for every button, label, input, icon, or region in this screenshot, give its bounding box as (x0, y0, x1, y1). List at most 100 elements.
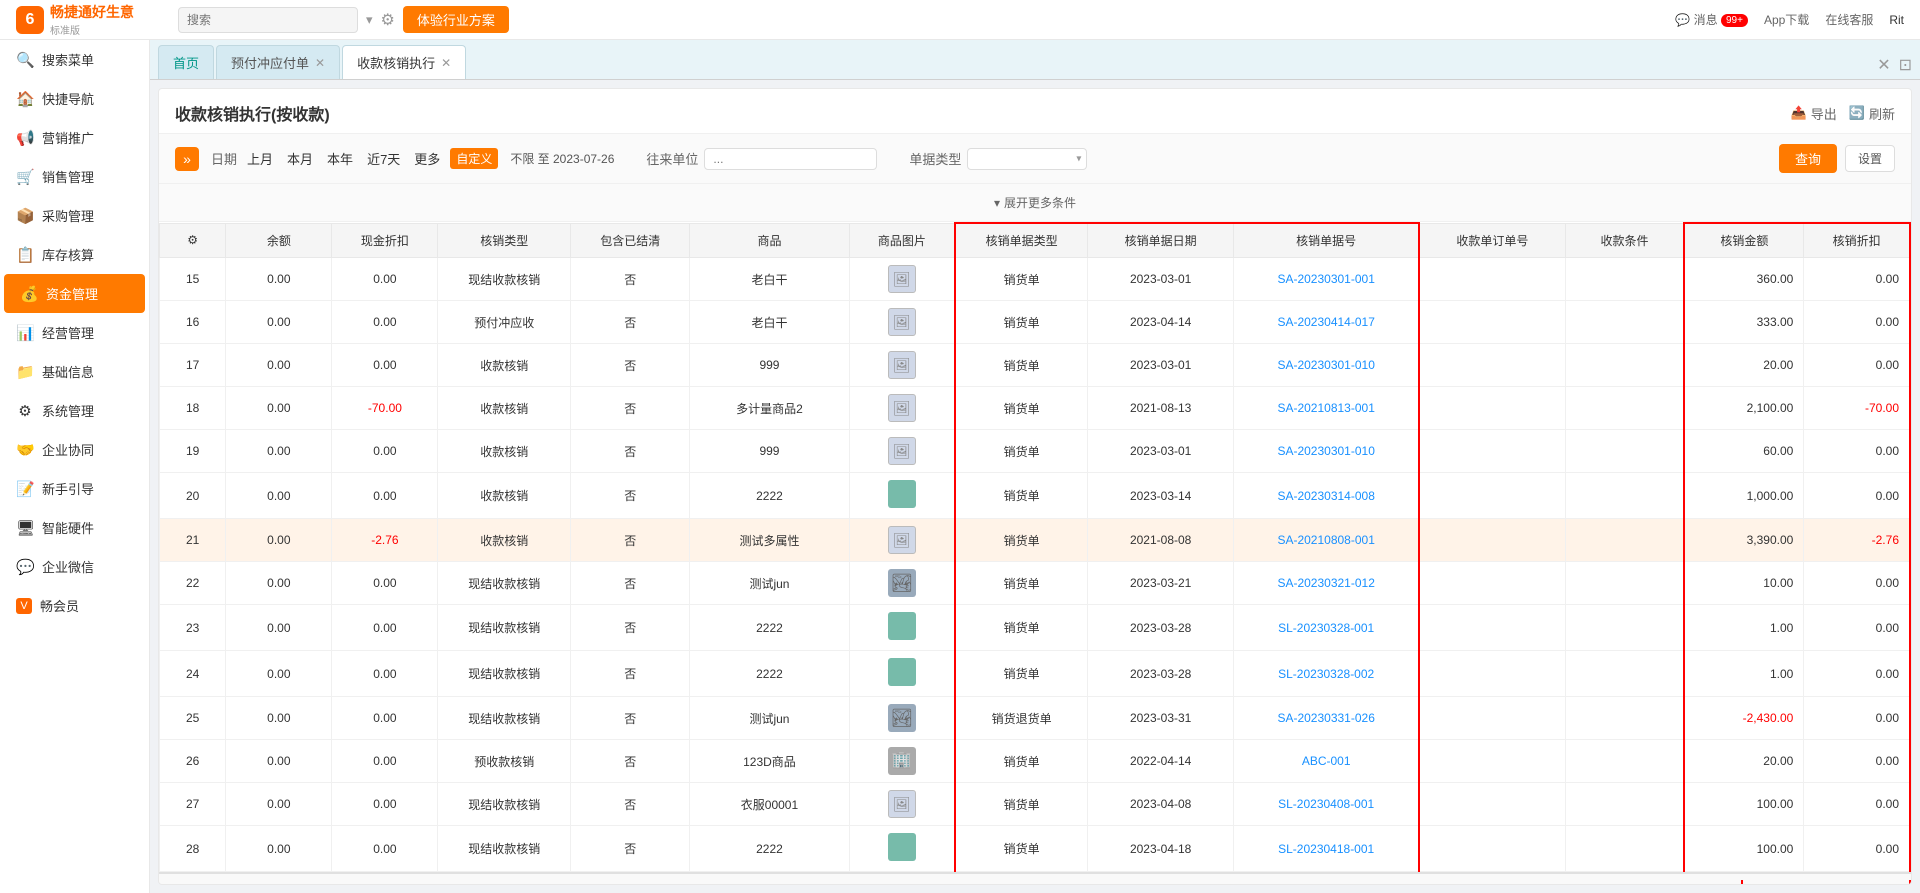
bill-no-link[interactable]: SA-20210808-001 (1277, 533, 1374, 547)
cell-seq: 21 (160, 519, 226, 562)
tab-receipt-cancel-close[interactable]: ✕ (441, 56, 451, 70)
industry-btn[interactable]: 体验行业方案 (403, 6, 509, 33)
cell-cancel-type: 现结收款核销 (438, 826, 571, 872)
bill-no-link[interactable]: SL-20230328-002 (1278, 667, 1374, 681)
online-service[interactable]: 在线客服 (1825, 11, 1873, 28)
sidebar-item-guide[interactable]: 📝 新手引导 (0, 469, 149, 508)
table-row: 24 0.00 0.00 现结收款核销 否 2222 销货单 2023-03-2… (160, 651, 1911, 697)
sidebar-item-purchase[interactable]: 📦 采购管理 (0, 196, 149, 235)
cell-cancel-bill-no[interactable]: SA-20230301-010 (1234, 430, 1420, 473)
query-button[interactable]: 查询 (1779, 144, 1837, 173)
cell-cancel-bill-type: 销货单 (955, 387, 1088, 430)
cell-balance: 0.00 (226, 387, 332, 430)
cell-cancel-bill-no[interactable]: SL-20230408-001 (1234, 783, 1420, 826)
sidebar-label: 新手引导 (42, 479, 94, 498)
bill-no-link[interactable]: SA-20230301-010 (1277, 358, 1374, 372)
partner-input[interactable] (704, 148, 877, 170)
cell-cancel-bill-no[interactable]: SA-20210813-001 (1234, 387, 1420, 430)
sidebar-item-sales[interactable]: 🛒 销售管理 (0, 157, 149, 196)
cell-cancel-bill-no[interactable]: SA-20230321-012 (1234, 562, 1420, 605)
sidebar-item-marketing[interactable]: 📢 营销推广 (0, 118, 149, 157)
sidebar-item-vip[interactable]: V 畅会员 (0, 586, 149, 625)
date-preset-this-month[interactable]: 本月 (283, 147, 317, 170)
cell-cancel-bill-date: 2023-03-14 (1088, 473, 1234, 519)
settings-button[interactable]: 设置 (1845, 145, 1895, 172)
filter-expand-button[interactable]: » (175, 147, 199, 171)
goods-img-blank: 🖼 (888, 790, 916, 818)
dropdown-icon[interactable]: ▾ (366, 12, 373, 28)
bill-no-link[interactable]: SA-20230314-008 (1277, 489, 1374, 503)
bill-no-link[interactable]: SA-20230301-001 (1277, 272, 1374, 286)
sidebar-label: 经营管理 (42, 323, 94, 342)
settings-icon[interactable]: ⚙ (381, 10, 395, 30)
cell-cancel-bill-no[interactable]: SA-20230314-008 (1234, 473, 1420, 519)
sidebar-item-finance[interactable]: 💰 资金管理 (4, 274, 145, 313)
table-row: 15 0.00 0.00 现结收款核销 否 老白干 🖼 销货单 2023-03-… (160, 258, 1911, 301)
date-preset-more[interactable]: 更多 (410, 147, 444, 170)
date-label: 日期 (211, 149, 237, 168)
date-preset-last-month[interactable]: 上月 (243, 147, 277, 170)
sidebar-item-system[interactable]: ⚙ 系统管理 (0, 391, 149, 430)
sidebar-item-quick-nav[interactable]: 🏠 快捷导航 (0, 79, 149, 118)
cell-cancel-bill-no[interactable]: SA-20230414-017 (1234, 301, 1420, 344)
cell-cancel-bill-date: 2023-03-28 (1088, 605, 1234, 651)
cell-cancel-bill-date: 2021-08-13 (1088, 387, 1234, 430)
sidebar-item-inventory[interactable]: 📋 库存核算 (0, 235, 149, 274)
cell-goods: 999 (690, 430, 849, 473)
tab-home[interactable]: 首页 (158, 45, 214, 79)
bill-type-select[interactable] (967, 148, 1087, 170)
cell-cancel-amount: 360.00 (1684, 258, 1803, 301)
date-custom-badge[interactable]: 自定义 (450, 148, 498, 169)
cell-cancel-bill-type: 销货单 (955, 301, 1088, 344)
cell-seq: 19 (160, 430, 226, 473)
cell-cancel-bill-no[interactable]: SL-20230418-001 (1234, 826, 1420, 872)
tab-receipt-cancel[interactable]: 收款核销执行 ✕ (342, 45, 466, 79)
cell-cancel-bill-no[interactable]: SA-20210808-001 (1234, 519, 1420, 562)
tab-prepay-close[interactable]: ✕ (315, 56, 325, 70)
bill-no-link[interactable]: SL-20230418-001 (1278, 842, 1374, 856)
sidebar-item-basic-info[interactable]: 📁 基础信息 (0, 352, 149, 391)
bill-no-link[interactable]: SA-20230301-010 (1277, 444, 1374, 458)
bill-no-link[interactable]: SL-20230328-001 (1278, 621, 1374, 635)
expand-more-button[interactable]: ▾ 展开更多条件 (994, 190, 1076, 215)
bill-no-link[interactable]: SA-20230321-012 (1277, 576, 1374, 590)
tab-prepay[interactable]: 预付冲应付单 ✕ (216, 45, 340, 79)
cell-settled: 否 (571, 301, 690, 344)
bill-no-link[interactable]: SA-20210813-001 (1277, 401, 1374, 415)
cell-balance: 0.00 (226, 473, 332, 519)
date-preset-this-year[interactable]: 本年 (323, 147, 357, 170)
tab-expand-icon[interactable]: ⊡ (1899, 55, 1912, 75)
bill-no-link[interactable]: ABC-001 (1302, 754, 1351, 768)
cell-goods-img: 🏞 (849, 562, 955, 605)
cell-cancel-bill-no[interactable]: SA-20230301-010 (1234, 344, 1420, 387)
cell-cancel-bill-type: 销货单 (955, 258, 1088, 301)
sidebar-item-wechat[interactable]: 💬 企业微信 (0, 547, 149, 586)
cell-balance: 0.00 (226, 740, 332, 783)
cell-cancel-bill-no[interactable]: SA-20230301-001 (1234, 258, 1420, 301)
cell-cancel-bill-no[interactable]: SL-20230328-002 (1234, 651, 1420, 697)
cell-cancel-bill-no[interactable]: SL-20230328-001 (1234, 605, 1420, 651)
footer-spacer (159, 880, 1741, 885)
cell-goods-img (849, 473, 955, 519)
sidebar-item-enterprise[interactable]: 🤝 企业协同 (0, 430, 149, 469)
sidebar-item-search-menu[interactable]: 🔍 搜索菜单 (0, 40, 149, 79)
cell-cancel-bill-no[interactable]: ABC-001 (1234, 740, 1420, 783)
sidebar-item-smart-hw[interactable]: 🖥 智能硬件 (0, 508, 149, 547)
sidebar-label: 销售管理 (42, 167, 94, 186)
messages-item[interactable]: 💬 消息 99+ (1675, 11, 1748, 28)
cell-cancel-bill-no[interactable]: SA-20230331-026 (1234, 697, 1420, 740)
refresh-button[interactable]: 🔄 刷新 (1849, 104, 1895, 123)
bill-no-link[interactable]: SL-20230408-001 (1278, 797, 1374, 811)
date-preset-7days[interactable]: 近7天 (363, 147, 404, 170)
sidebar-item-operations[interactable]: 📊 经营管理 (0, 313, 149, 352)
user-name[interactable]: Rit (1889, 13, 1904, 27)
app-download[interactable]: App下载 (1764, 11, 1809, 28)
cell-settled: 否 (571, 783, 690, 826)
tab-close-all-icon[interactable]: ✕ (1877, 55, 1890, 75)
bill-no-link[interactable]: SA-20230331-026 (1277, 711, 1374, 725)
cell-receipt-order-no (1419, 430, 1565, 473)
export-button[interactable]: 📤 导出 (1791, 104, 1837, 123)
cell-balance: 0.00 (226, 519, 332, 562)
search-input[interactable] (178, 7, 358, 33)
bill-no-link[interactable]: SA-20230414-017 (1277, 315, 1374, 329)
